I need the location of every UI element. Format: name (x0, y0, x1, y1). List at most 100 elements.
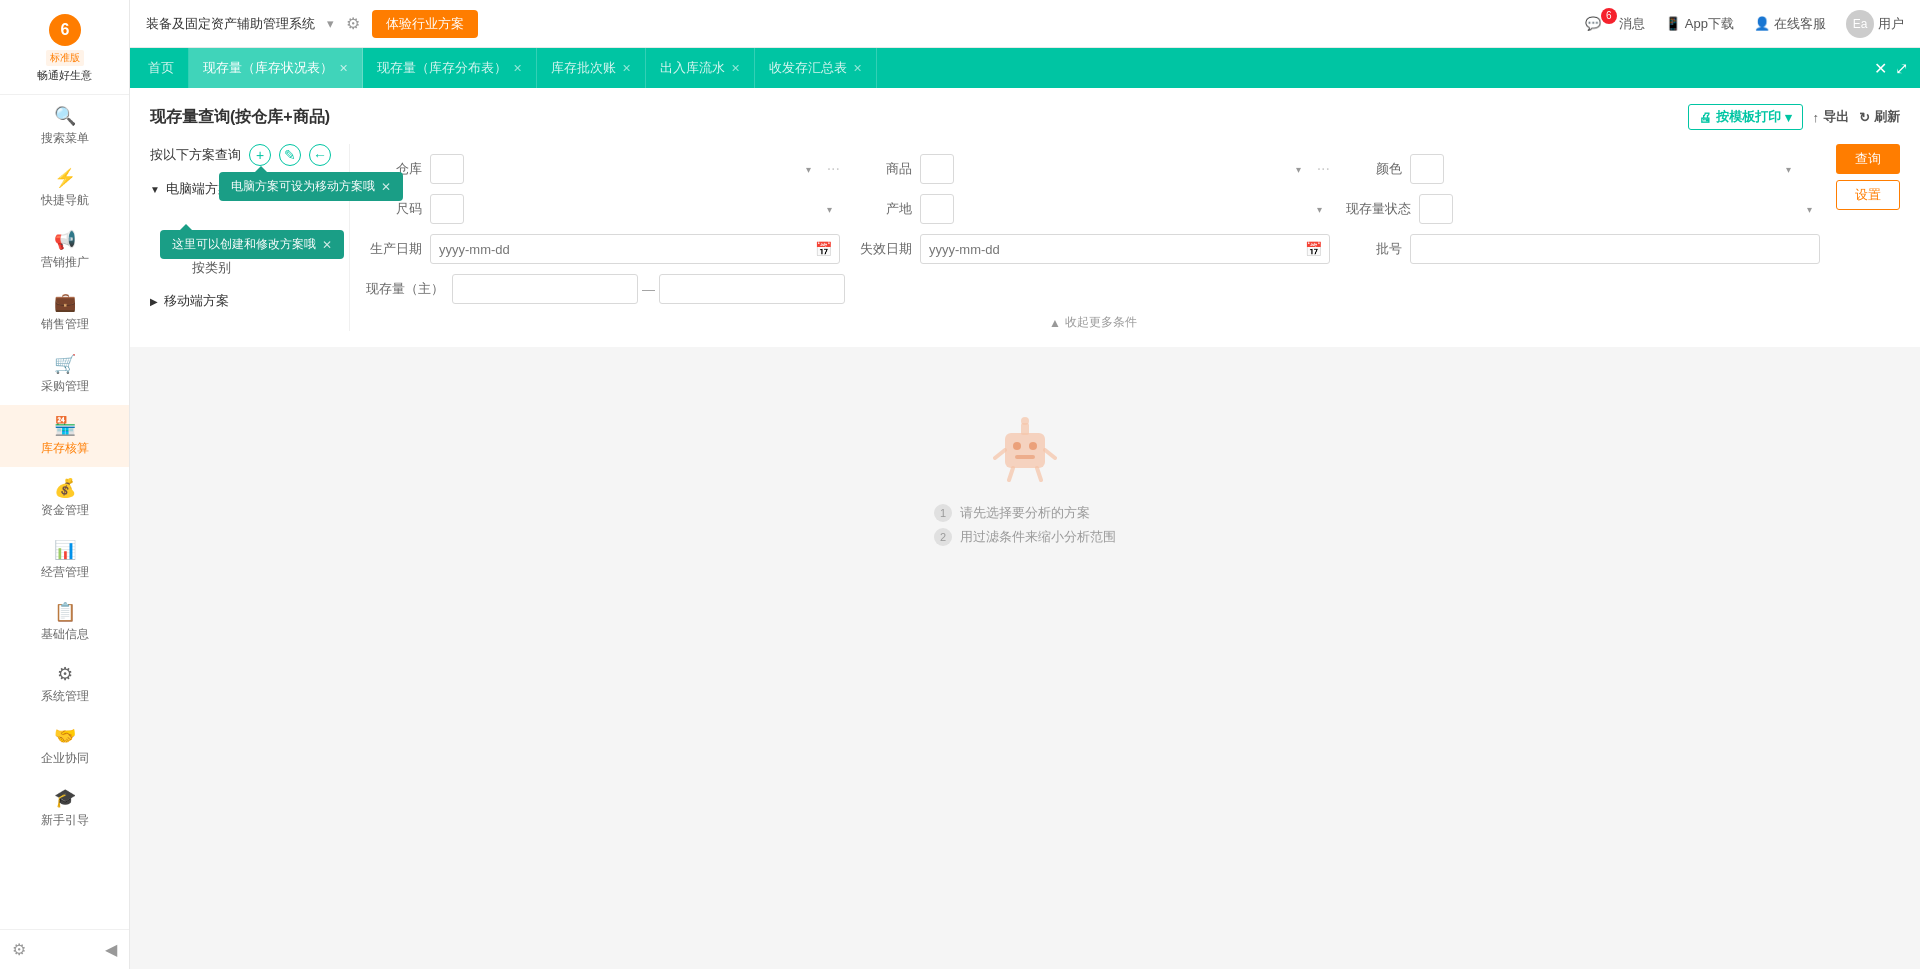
tab-in-out-flow[interactable]: 出入库流水 ✕ (646, 48, 755, 88)
collapse-button[interactable]: ▲ 收起更多条件 (1049, 314, 1137, 331)
scheme-item-category-label: 按类别 (192, 259, 231, 277)
tab-inventory-dist-label: 现存量（库存分布表） (377, 59, 507, 77)
stock-main-from-input[interactable] (452, 274, 638, 304)
add-scheme-button[interactable]: + (249, 144, 271, 166)
expiry-date-input[interactable] (920, 234, 1330, 264)
add-scheme-popover-close[interactable]: ✕ (381, 180, 391, 194)
svg-line-8 (995, 450, 1005, 458)
sidebar-item-marketing[interactable]: 📢 营销推广 (0, 219, 129, 281)
logo-text: 畅通好生意 (37, 68, 92, 82)
search-panel: 现存量查询(按仓库+商品) 🖨 按模板打印 ▾ ↑ 导出 ↻ 刷新 (130, 88, 1920, 347)
tab-expand-icon[interactable]: ⤢ (1895, 59, 1908, 78)
stock-main-to-input[interactable] (659, 274, 845, 304)
desktop-scheme-expand-icon: ▼ (150, 184, 160, 195)
color-filter-item: 颜色 ··· (1346, 154, 1820, 184)
origin-filter-item: 产地 (856, 194, 1330, 224)
experience-btn[interactable]: 体验行业方案 (372, 10, 478, 38)
export-label: 导出 (1823, 108, 1849, 126)
mobile-scheme-header[interactable]: ▶ 移动端方案 (150, 288, 339, 314)
goods-more-icon[interactable]: ··· (1317, 160, 1330, 178)
warehouse-more-icon[interactable]: ··· (827, 160, 840, 178)
messages-btn[interactable]: 💬 6 消息 (1585, 15, 1645, 33)
empty-state: 1 请先选择要分析的方案 2 用过滤条件来缩小分析范围 (130, 348, 1920, 606)
filter-area: 按以下方案查询 + 电脑方案可设为移动方案哦 ✕ (150, 144, 1900, 331)
scheme-item-category[interactable]: 按类别 (170, 256, 339, 280)
page-title-actions: 🖨 按模板打印 ▾ ↑ 导出 ↻ 刷新 (1688, 104, 1901, 130)
tab-recv-send-summary-close[interactable]: ✕ (853, 62, 862, 75)
origin-select[interactable] (920, 194, 954, 224)
tab-in-out-flow-close[interactable]: ✕ (731, 62, 740, 75)
sidebar-settings-icon[interactable]: ⚙ (12, 940, 26, 959)
edit-scheme-button[interactable]: ✎ (279, 144, 301, 166)
dropdown-arrow-icon: ▾ (327, 16, 334, 31)
messages-label: 消息 (1619, 15, 1645, 33)
logo-tag: 标准版 (46, 50, 84, 66)
tab-batch-account[interactable]: 库存批次账 ✕ (537, 48, 646, 88)
tab-recv-send-summary[interactable]: 收发存汇总表 ✕ (755, 48, 877, 88)
sidebar-item-search-menu[interactable]: 🔍 搜索菜单 (0, 95, 129, 157)
arrow-scheme-button[interactable]: ← (309, 144, 331, 166)
production-date-input[interactable] (430, 234, 840, 264)
top-header: 装备及固定资产辅助管理系统 ▾ ⚙ 体验行业方案 💬 6 消息 📱 App下载 … (130, 0, 1920, 48)
size-select-wrapper (430, 194, 840, 224)
tab-inventory-dist[interactable]: 现存量（库存分布表） ✕ (363, 48, 537, 88)
mobile-scheme-label: 移动端方案 (164, 292, 229, 310)
warehouse-select[interactable] (430, 154, 464, 184)
operations-icon: 📊 (54, 539, 76, 561)
stock-status-select[interactable] (1419, 194, 1453, 224)
sidebar-item-system[interactable]: ⚙ 系统管理 (0, 653, 129, 715)
add-scheme-popover: 电脑方案可设为移动方案哦 ✕ (219, 172, 403, 201)
tab-home[interactable]: 首页 (134, 48, 189, 88)
main-content: 装备及固定资产辅助管理系统 ▾ ⚙ 体验行业方案 💬 6 消息 📱 App下载 … (130, 0, 1920, 969)
sidebar-item-base-info[interactable]: 📋 基础信息 (0, 591, 129, 653)
edit-scheme-popover-close[interactable]: ✕ (322, 238, 332, 252)
sidebar-item-quick-nav[interactable]: ⚡ 快捷导航 (0, 157, 129, 219)
size-label: 尺码 (366, 200, 422, 218)
svg-text:6: 6 (60, 21, 69, 38)
tab-inventory-status[interactable]: 现存量（库存状况表） ✕ (189, 48, 363, 88)
sidebar-label-marketing: 营销推广 (41, 254, 89, 271)
collapse-label: 收起更多条件 (1065, 314, 1137, 331)
sidebar-item-sales[interactable]: 💼 销售管理 (0, 281, 129, 343)
tab-close-all-icon[interactable]: ✕ (1874, 59, 1887, 78)
filter-label-row: 按以下方案查询 + 电脑方案可设为移动方案哦 ✕ (150, 144, 339, 166)
sidebar-item-finance[interactable]: 💰 资金管理 (0, 467, 129, 529)
sidebar-item-operations[interactable]: 📊 经营管理 (0, 529, 129, 591)
sidebar-bottom: ⚙ ◀ (0, 929, 129, 969)
expiry-date-wrapper: 📅 (920, 234, 1330, 264)
service-icon: 👤 (1754, 16, 1770, 31)
marketing-icon: 📢 (54, 229, 76, 251)
sidebar-item-inventory[interactable]: 🏪 库存核算 (0, 405, 129, 467)
template-print-button[interactable]: 🖨 按模板打印 ▾ (1688, 104, 1803, 130)
goods-select[interactable] (920, 154, 954, 184)
sidebar-item-enterprise[interactable]: 🤝 企业协同 (0, 715, 129, 777)
tab-inventory-status-close[interactable]: ✕ (339, 62, 348, 75)
sidebar-item-guide[interactable]: 🎓 新手引导 (0, 777, 129, 839)
scheme-panel: 按以下方案查询 + 电脑方案可设为移动方案哦 ✕ (150, 144, 350, 331)
sidebar-label-finance: 资金管理 (41, 502, 89, 519)
svg-line-9 (1045, 450, 1055, 458)
enterprise-icon: 🤝 (54, 725, 76, 747)
user-btn[interactable]: Ea 用户 (1846, 10, 1904, 38)
mobile-scheme-expand-icon: ▶ (150, 296, 158, 307)
online-service-btn[interactable]: 👤 在线客服 (1754, 15, 1826, 33)
search-button[interactable]: 查询 (1836, 144, 1900, 174)
header-right: 💬 6 消息 📱 App下载 👤 在线客服 Ea 用户 (1585, 10, 1904, 38)
settings-button[interactable]: ⚙ (346, 14, 360, 33)
empty-tip-2: 2 用过滤条件来缩小分析范围 (934, 528, 1116, 546)
filter-row-1: 仓库 ··· 商品 (366, 154, 1820, 184)
refresh-button[interactable]: ↻ 刷新 (1859, 104, 1900, 130)
tab-inventory-dist-close[interactable]: ✕ (513, 62, 522, 75)
size-select[interactable] (430, 194, 464, 224)
sidebar-item-purchase[interactable]: 🛒 采购管理 (0, 343, 129, 405)
export-button[interactable]: ↑ 导出 (1813, 104, 1850, 130)
tab-bar: 首页 现存量（库存状况表） ✕ 现存量（库存分布表） ✕ 库存批次账 ✕ 出入库… (130, 48, 1920, 88)
app-download-btn[interactable]: 📱 App下载 (1665, 15, 1734, 33)
set-button[interactable]: 设置 (1836, 180, 1900, 210)
color-select[interactable] (1410, 154, 1444, 184)
sidebar-collapse-icon[interactable]: ◀ (105, 940, 117, 959)
svg-point-4 (1029, 442, 1037, 450)
tab-batch-account-close[interactable]: ✕ (622, 62, 631, 75)
svg-point-3 (1013, 442, 1021, 450)
batch-input[interactable] (1410, 234, 1820, 264)
